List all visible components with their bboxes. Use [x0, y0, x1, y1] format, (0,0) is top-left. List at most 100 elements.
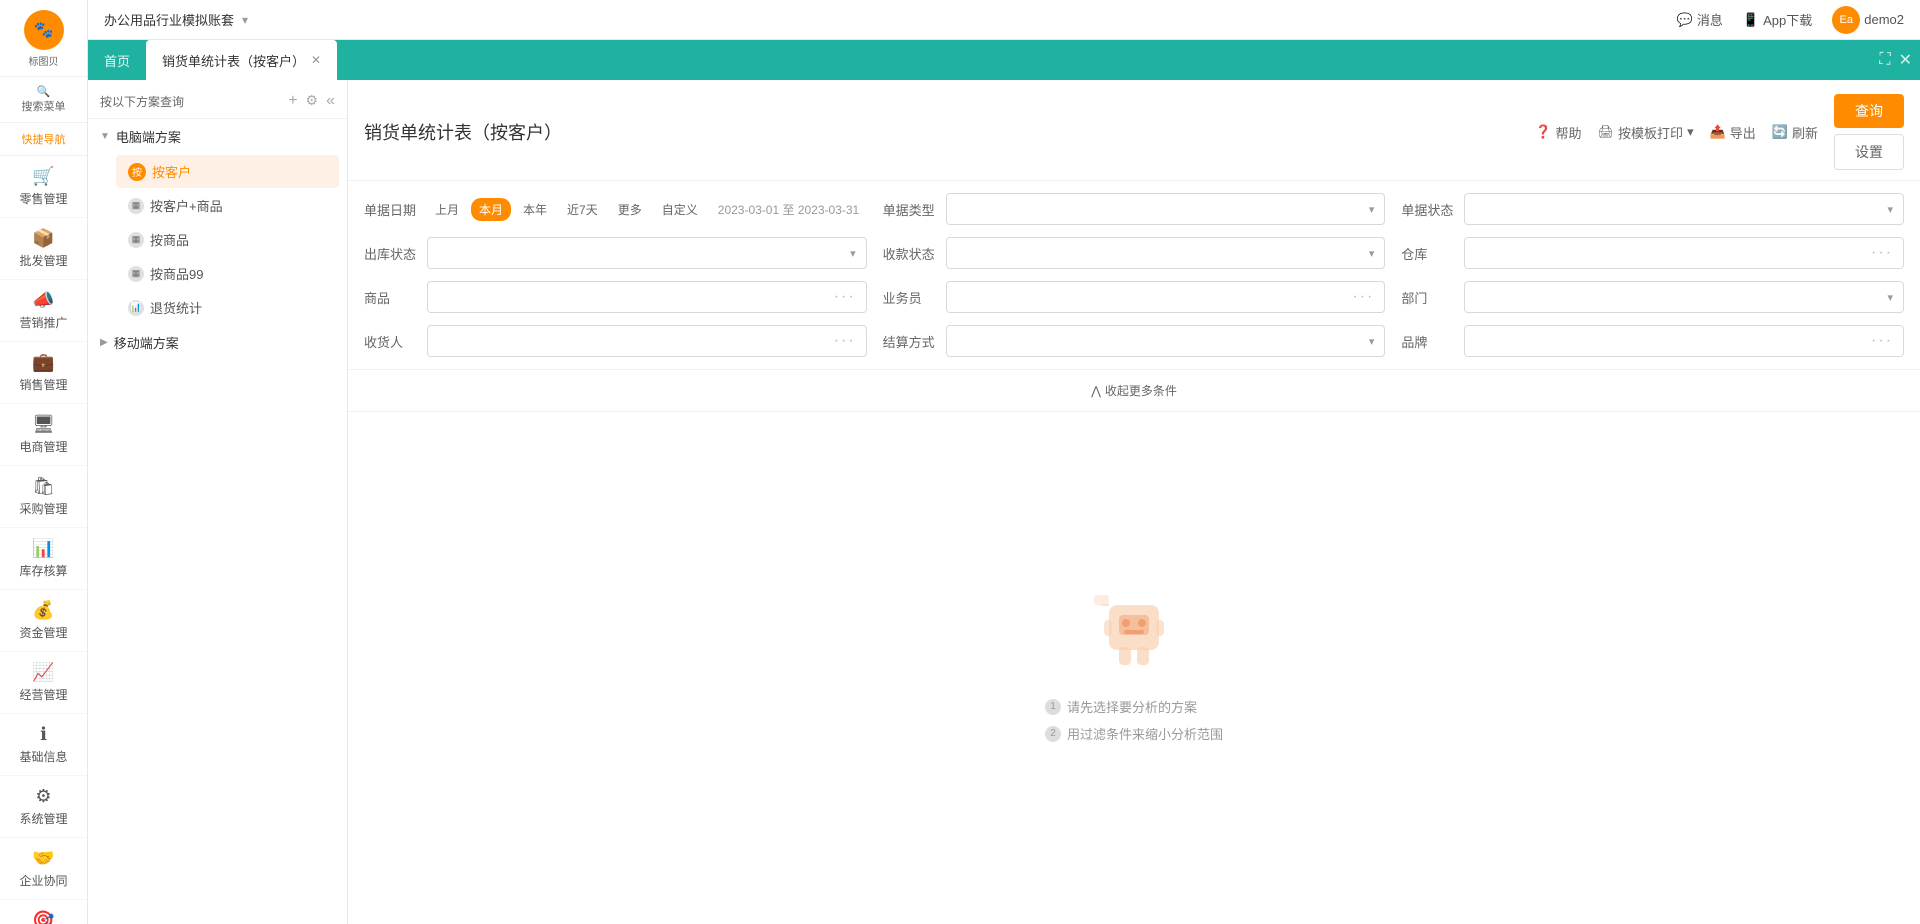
product-label: 商品	[364, 288, 419, 307]
tree-child-return-stat[interactable]: 📊 退货统计	[116, 291, 339, 324]
tab-maximize-icon[interactable]: ⛶	[1879, 51, 1890, 69]
settlement-input[interactable]: ▾	[946, 325, 1386, 357]
tree-child-by-customer-product[interactable]: ▦ 按客户+商品	[116, 189, 339, 222]
settlement-arrow-icon: ▾	[1369, 335, 1375, 348]
wholesale-icon: 📦	[32, 228, 54, 249]
tab-close-icon[interactable]: ✕	[311, 53, 321, 67]
settings-scheme-button[interactable]: ⚙	[306, 92, 319, 110]
settings-button[interactable]: 设置	[1834, 134, 1904, 170]
marketing-icon: 📣	[32, 290, 54, 311]
tree-child-by-customer[interactable]: 按 按客户	[116, 155, 339, 188]
empty-tip-2: 2 用过滤条件来缩小分析范围	[1045, 724, 1223, 743]
out-status-input[interactable]: ▾	[427, 237, 867, 269]
top-header: 办公用品行业模拟账套 ▾ 💬 消息 📱 App下载 Ea demo2	[88, 0, 1920, 40]
sidebar-item-cooperation[interactable]: 🤝 企业协同	[0, 838, 87, 900]
system-icon: ⚙	[35, 786, 51, 807]
tree-child-by-product-99[interactable]: ▦ 按商品99	[116, 257, 339, 290]
cooperation-icon: 🤝	[32, 848, 54, 869]
sidebar-item-marketing[interactable]: 📣 营销推广	[0, 280, 87, 342]
sidebar-item-newbie[interactable]: 🎯 新手引导	[0, 900, 87, 924]
sidebar-item-retail[interactable]: 🛒 零售管理	[0, 156, 87, 218]
by-product-icon: ▦	[128, 232, 144, 248]
sidebar: 🐾 标图贝 🔍搜索菜单 快捷导航 🛒 零售管理 📦 批发管理 📣 营销推广 💼 …	[0, 0, 88, 924]
warehouse-input[interactable]: ···	[1464, 237, 1904, 269]
query-button[interactable]: 查询	[1834, 94, 1904, 128]
tree-mobile-arrow-icon: ▶	[100, 337, 108, 348]
date-tab-this-month[interactable]: 本月	[471, 198, 511, 221]
sidebar-item-quick-nav[interactable]: 快捷导航	[0, 123, 87, 156]
collapse-row: ⋀ 收起更多条件	[348, 370, 1920, 412]
empty-state: 1 请先选择要分析的方案 2 用过滤条件来缩小分析范围	[348, 412, 1920, 924]
date-filter-group: 单据日期 上月 本月 本年 近7天 更多 自定义 2023-03-01 至 20…	[364, 198, 867, 221]
tree-mobile-section: ▶ 移动端方案	[88, 325, 347, 360]
help-button[interactable]: ❓ 帮助	[1535, 123, 1581, 142]
brand-dots-icon: ···	[1871, 332, 1893, 350]
print-button[interactable]: 🖨 按模板打印 ▾	[1598, 123, 1694, 142]
brand-filter-group: 品牌 ···	[1401, 325, 1904, 357]
sidebar-item-sales[interactable]: 💼 销售管理	[0, 342, 87, 404]
collect-status-input[interactable]: ▾	[946, 237, 1386, 269]
refresh-button[interactable]: 🔄 刷新	[1772, 123, 1818, 142]
sidebar-item-finance[interactable]: 💰 资金管理	[0, 590, 87, 652]
date-tab-this-year[interactable]: 本年	[515, 198, 555, 221]
tab-home[interactable]: 首页	[88, 40, 146, 80]
salesperson-input[interactable]: ···	[946, 281, 1386, 313]
user-profile-button[interactable]: Ea demo2	[1832, 6, 1904, 34]
sidebar-item-basic[interactable]: ℹ 基础信息	[0, 714, 87, 776]
message-button[interactable]: 💬 消息	[1677, 10, 1723, 29]
finance-icon: 💰	[32, 600, 54, 621]
sidebar-item-system[interactable]: ⚙ 系统管理	[0, 776, 87, 838]
tree-desktop-toggle[interactable]: ▼ 电脑端方案	[88, 119, 347, 154]
export-icon: 📤	[1710, 124, 1726, 140]
window-close-icon[interactable]: ✕	[1899, 50, 1912, 70]
date-range: 2023-03-01 至 2023-03-31	[718, 201, 859, 218]
sidebar-item-inventory[interactable]: 📊 库存核算	[0, 528, 87, 590]
department-arrow-icon: ▾	[1887, 291, 1893, 304]
empty-tips: 1 请先选择要分析的方案 2 用过滤条件来缩小分析范围	[1045, 697, 1223, 751]
empty-tip-1: 1 请先选择要分析的方案	[1045, 697, 1223, 716]
tree-arrow-icon: ▼	[100, 131, 110, 142]
right-panel: 销货单统计表（按客户） ❓ 帮助 🖨 按模板打印 ▾ 📤 导出	[348, 80, 1920, 924]
receiver-input[interactable]: ···	[427, 325, 867, 357]
doc-status-filter-group: 单据状态 ▾	[1401, 193, 1904, 225]
collapse-conditions-button[interactable]: ⋀ 收起更多条件	[1079, 378, 1189, 403]
product-input[interactable]: ···	[427, 281, 867, 313]
sidebar-item-ecommerce[interactable]: 🖥 电商管理	[0, 404, 87, 466]
date-tab-more[interactable]: 更多	[610, 198, 650, 221]
avatar: Ea	[1832, 6, 1860, 34]
export-button[interactable]: 📤 导出	[1710, 123, 1756, 142]
brand-input[interactable]: ···	[1464, 325, 1904, 357]
date-tab-last-month[interactable]: 上月	[427, 198, 467, 221]
add-scheme-button[interactable]: +	[288, 92, 297, 110]
empty-illustration	[1074, 585, 1194, 685]
sidebar-item-purchase[interactable]: 🛍 采购管理	[0, 466, 87, 528]
left-panel: 按以下方案查询 + ⚙ « ▼ 电脑端方案 按 按客户	[88, 80, 348, 924]
by-customer-product-label: 按客户+商品	[150, 196, 223, 215]
header-dropdown-icon[interactable]: ▾	[242, 13, 248, 27]
retail-icon: 🛒	[32, 166, 54, 187]
ecommerce-icon: 🖥	[32, 414, 55, 435]
tree-mobile-toggle[interactable]: ▶ 移动端方案	[88, 325, 347, 360]
sidebar-item-wholesale[interactable]: 📦 批发管理	[0, 218, 87, 280]
product-filter-group: 商品 ···	[364, 281, 867, 313]
doc-status-input[interactable]: ▾	[1464, 193, 1904, 225]
sidebar-item-operation[interactable]: 📈 经营管理	[0, 652, 87, 714]
action-buttons: 查询 设置	[1834, 94, 1904, 170]
filter-row-3: 商品 ··· 业务员 ··· 部门	[364, 281, 1904, 313]
brand-label: 品牌	[1401, 332, 1456, 351]
tab-sales-stat[interactable]: 销货单统计表（按客户） ✕	[146, 40, 337, 80]
salesperson-label: 业务员	[883, 288, 938, 307]
date-tab-custom[interactable]: 自定义	[654, 198, 706, 221]
date-label: 单据日期	[364, 200, 419, 219]
doc-type-filter-group: 单据类型 ▾	[883, 193, 1386, 225]
page-title-bar: 销货单统计表（按客户） ❓ 帮助 🖨 按模板打印 ▾ 📤 导出	[348, 80, 1920, 181]
sidebar-item-search[interactable]: 🔍搜索菜单	[0, 77, 87, 123]
tree-child-by-product[interactable]: ▦ 按商品	[116, 223, 339, 256]
date-tab-last-7-days[interactable]: 近7天	[559, 198, 606, 221]
app-download-button[interactable]: 📱 App下载	[1743, 10, 1812, 29]
doc-type-input[interactable]: ▾	[946, 193, 1386, 225]
purchase-icon: 🛍	[32, 476, 55, 497]
department-input[interactable]: ▾	[1464, 281, 1904, 313]
main-area: 办公用品行业模拟账套 ▾ 💬 消息 📱 App下载 Ea demo2 首页	[88, 0, 1920, 924]
collapse-panel-button[interactable]: «	[326, 92, 335, 110]
